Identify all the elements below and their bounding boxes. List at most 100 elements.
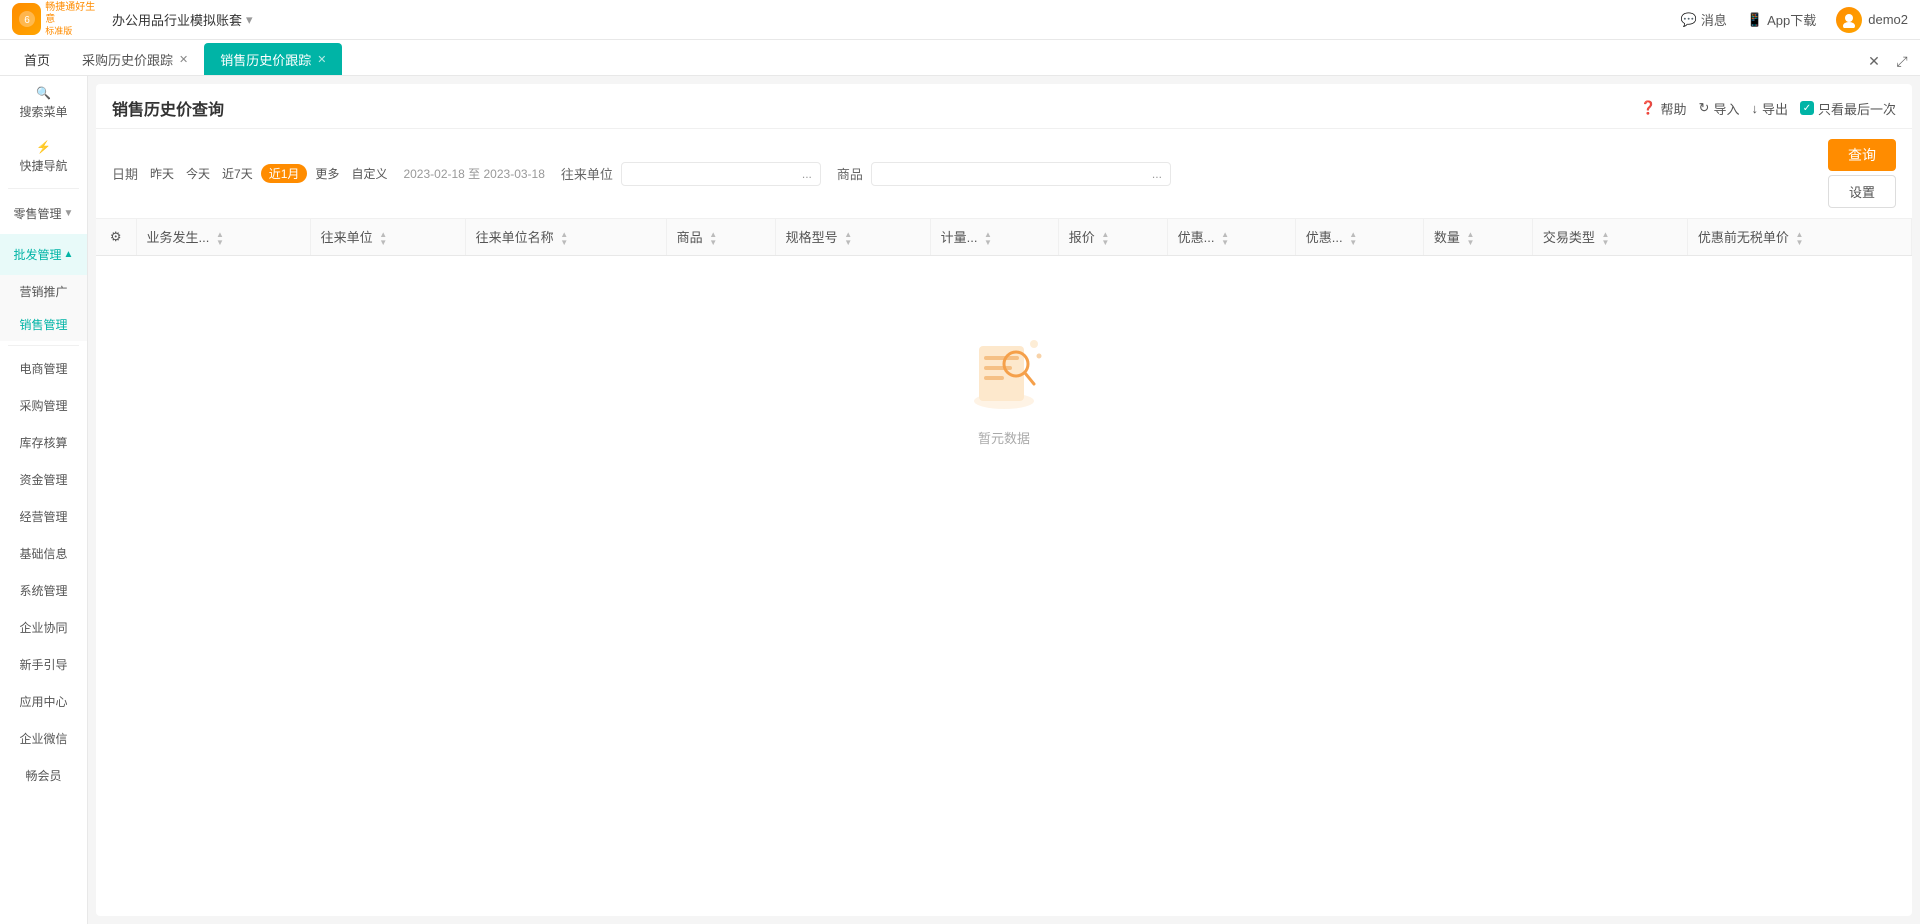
tab-sales-label: 销售历史价跟踪 <box>220 50 311 69</box>
date-btn-today[interactable]: 今天 <box>182 163 214 184</box>
empty-illustration <box>954 316 1054 416</box>
sidebar-item-retail[interactable]: 零售管理 ▼ <box>0 193 87 234</box>
query-btn-area: 查询 设置 <box>1828 139 1896 208</box>
partner-dots: ... <box>802 167 812 181</box>
sidebar-label-enterprise: 企业协同 <box>19 619 67 636</box>
tab-bar: 首页 采购历史价跟踪 ✕ 销售历史价跟踪 ✕ ✕ ⤢ <box>0 40 1920 76</box>
table-col-date[interactable]: 业务发生... ▲▼ <box>136 219 310 255</box>
sidebar-item-appstore[interactable]: 应用中心 <box>0 683 87 720</box>
product-input[interactable]: ... <box>871 162 1171 186</box>
sidebar-label-wholesale: 批发管理 <box>14 246 62 263</box>
close-tab2-icon[interactable]: ✕ <box>317 53 326 66</box>
sort-icon: ▲▼ <box>560 231 568 247</box>
setting-button[interactable]: 设置 <box>1828 175 1896 208</box>
date-range-display: 2023-02-18 至 2023-03-18 <box>403 167 544 181</box>
date-btn-7days[interactable]: 近7天 <box>218 163 257 184</box>
sidebar-label-system: 系统管理 <box>19 582 67 599</box>
sort-icon: ▲▼ <box>844 231 852 247</box>
close-tab1-icon[interactable]: ✕ <box>179 53 188 66</box>
table-col-unit[interactable]: 计量... ▲▼ <box>930 219 1058 255</box>
page-actions: ❓ 帮助 ↻ 导入 ↓ 导出 ✓ 只看最后一 <box>1640 99 1896 118</box>
user-profile[interactable]: demo2 <box>1836 7 1908 33</box>
chevron-down-icon: ▾ <box>246 12 253 28</box>
sidebar-label-finance: 资金管理 <box>19 471 67 488</box>
sidebar-item-quick[interactable]: ⚡ 快捷导航 <box>0 130 87 184</box>
date-btn-more[interactable]: 更多 <box>311 163 343 184</box>
filter-row: 日期 昨天 今天 近7天 近1月 更多 自定义 2023-02-18 至 202… <box>96 129 1912 219</box>
table-col-spec[interactable]: 规格型号 ▲▼ <box>775 219 930 255</box>
table-col-product[interactable]: 商品 ▲▼ <box>666 219 775 255</box>
query-button[interactable]: 查询 <box>1828 139 1896 171</box>
checkbox-checked-icon: ✓ <box>1800 101 1814 115</box>
sidebar-item-system[interactable]: 系统管理 <box>0 572 87 609</box>
date-btn-1month[interactable]: 近1月 <box>261 164 308 183</box>
sidebar-item-wechat[interactable]: 企业微信 <box>0 720 87 757</box>
sort-icon: ▲▼ <box>379 231 387 247</box>
workspace-selector[interactable]: 办公用品行业模拟账套 ▾ <box>100 10 1681 29</box>
logo-area: 6 畅捷通好生意 标准版 <box>12 2 100 37</box>
date-buttons: 昨天 今天 近7天 近1月 更多 自定义 <box>146 163 391 184</box>
sidebar-label-purchase: 采购管理 <box>19 397 67 414</box>
help-link[interactable]: ❓ 帮助 <box>1640 99 1686 118</box>
sidebar-label-member: 畅会员 <box>25 767 61 784</box>
tab-sales-history[interactable]: 销售历史价跟踪 ✕ <box>204 43 342 75</box>
sidebar-item-inventory[interactable]: 库存核算 <box>0 424 87 461</box>
sort-icon: ▲▼ <box>1221 231 1229 247</box>
message-icon: 💬 <box>1681 12 1697 28</box>
table-col-discount1[interactable]: 优惠... ▲▼ <box>1167 219 1295 255</box>
sidebar-item-purchase[interactable]: 采购管理 <box>0 387 87 424</box>
sidebar-item-basic[interactable]: 基础信息 <box>0 535 87 572</box>
sidebar-item-search[interactable]: 🔍 搜索菜单 <box>0 76 87 130</box>
sidebar-item-ecommerce[interactable]: 电商管理 <box>0 350 87 387</box>
table-col-pretax-price[interactable]: 优惠前无税单价 ▲▼ <box>1687 219 1911 255</box>
table-col-settings[interactable]: ⚙ <box>96 219 136 255</box>
close-window-btn[interactable]: ✕ <box>1864 51 1884 71</box>
date-btn-custom[interactable]: 自定义 <box>347 163 391 184</box>
table-col-partner-name[interactable]: 往来单位名称 ▲▼ <box>465 219 666 255</box>
app-download-btn[interactable]: 📱 App下载 <box>1747 10 1816 29</box>
sidebar-label-guide: 新手引导 <box>19 656 67 673</box>
table-col-quote[interactable]: 报价 ▲▼ <box>1058 219 1167 255</box>
import-link[interactable]: ↻ 导入 <box>1699 99 1740 118</box>
sidebar-label-operations: 经营管理 <box>19 508 67 525</box>
svg-text:6: 6 <box>24 15 30 26</box>
export-link[interactable]: ↓ 导出 <box>1751 99 1788 118</box>
sort-icon: ▲▼ <box>1602 231 1610 247</box>
app-edition: 标准版 <box>45 26 100 37</box>
date-btn-yesterday[interactable]: 昨天 <box>146 163 178 184</box>
empty-text: 暂元数据 <box>978 428 1030 447</box>
sidebar-item-guide[interactable]: 新手引导 <box>0 646 87 683</box>
sidebar-label-ecommerce: 电商管理 <box>19 360 67 377</box>
header-right: 💬 消息 📱 App下载 demo2 <box>1681 7 1908 33</box>
sidebar-label-inventory: 库存核算 <box>19 434 67 451</box>
quick-nav-icon: ⚡ <box>36 140 51 154</box>
workspace-name: 办公用品行业模拟账套 <box>112 10 242 29</box>
sidebar-item-wholesale[interactable]: 批发管理 ▲ <box>0 234 87 275</box>
sidebar-item-member[interactable]: 畅会员 <box>0 757 87 794</box>
partner-input[interactable]: ... <box>621 162 821 186</box>
empty-state: 暂元数据 <box>96 256 1912 507</box>
sort-icon: ▲▼ <box>1101 231 1109 247</box>
data-table: ⚙ 业务发生... ▲▼ 往来单位 ▲▼ 往来单位名称 <box>96 219 1912 256</box>
tab-home[interactable]: 首页 <box>8 43 66 75</box>
maximize-btn[interactable]: ⤢ <box>1892 51 1912 71</box>
search-icon: 🔍 <box>36 86 51 100</box>
sidebar-item-enterprise[interactable]: 企业协同 <box>0 609 87 646</box>
tab-purchase-history[interactable]: 采购历史价跟踪 ✕ <box>66 43 204 75</box>
sidebar-label-retail: 零售管理 <box>14 205 62 222</box>
product-label: 商品 <box>837 164 863 183</box>
table-col-type[interactable]: 交易类型 ▲▼ <box>1532 219 1687 255</box>
table-col-partner[interactable]: 往来单位 ▲▼ <box>310 219 465 255</box>
page-title: 销售历史价查询 <box>112 96 224 120</box>
table-col-qty[interactable]: 数量 ▲▼ <box>1423 219 1532 255</box>
table-col-discount2[interactable]: 优惠... ▲▼ <box>1295 219 1423 255</box>
sidebar-item-operations[interactable]: 经营管理 <box>0 498 87 535</box>
sidebar-label-appstore: 应用中心 <box>19 693 67 710</box>
sidebar-item-marketing[interactable]: 营销推广 <box>0 275 87 308</box>
download-icon: 📱 <box>1747 12 1763 28</box>
sidebar-item-finance[interactable]: 资金管理 <box>0 461 87 498</box>
sort-icon: ▲▼ <box>984 231 992 247</box>
message-btn[interactable]: 💬 消息 <box>1681 10 1727 29</box>
sidebar-item-sales[interactable]: 销售管理 <box>0 308 87 341</box>
only-last-checkbox[interactable]: ✓ 只看最后一次 <box>1800 99 1896 118</box>
